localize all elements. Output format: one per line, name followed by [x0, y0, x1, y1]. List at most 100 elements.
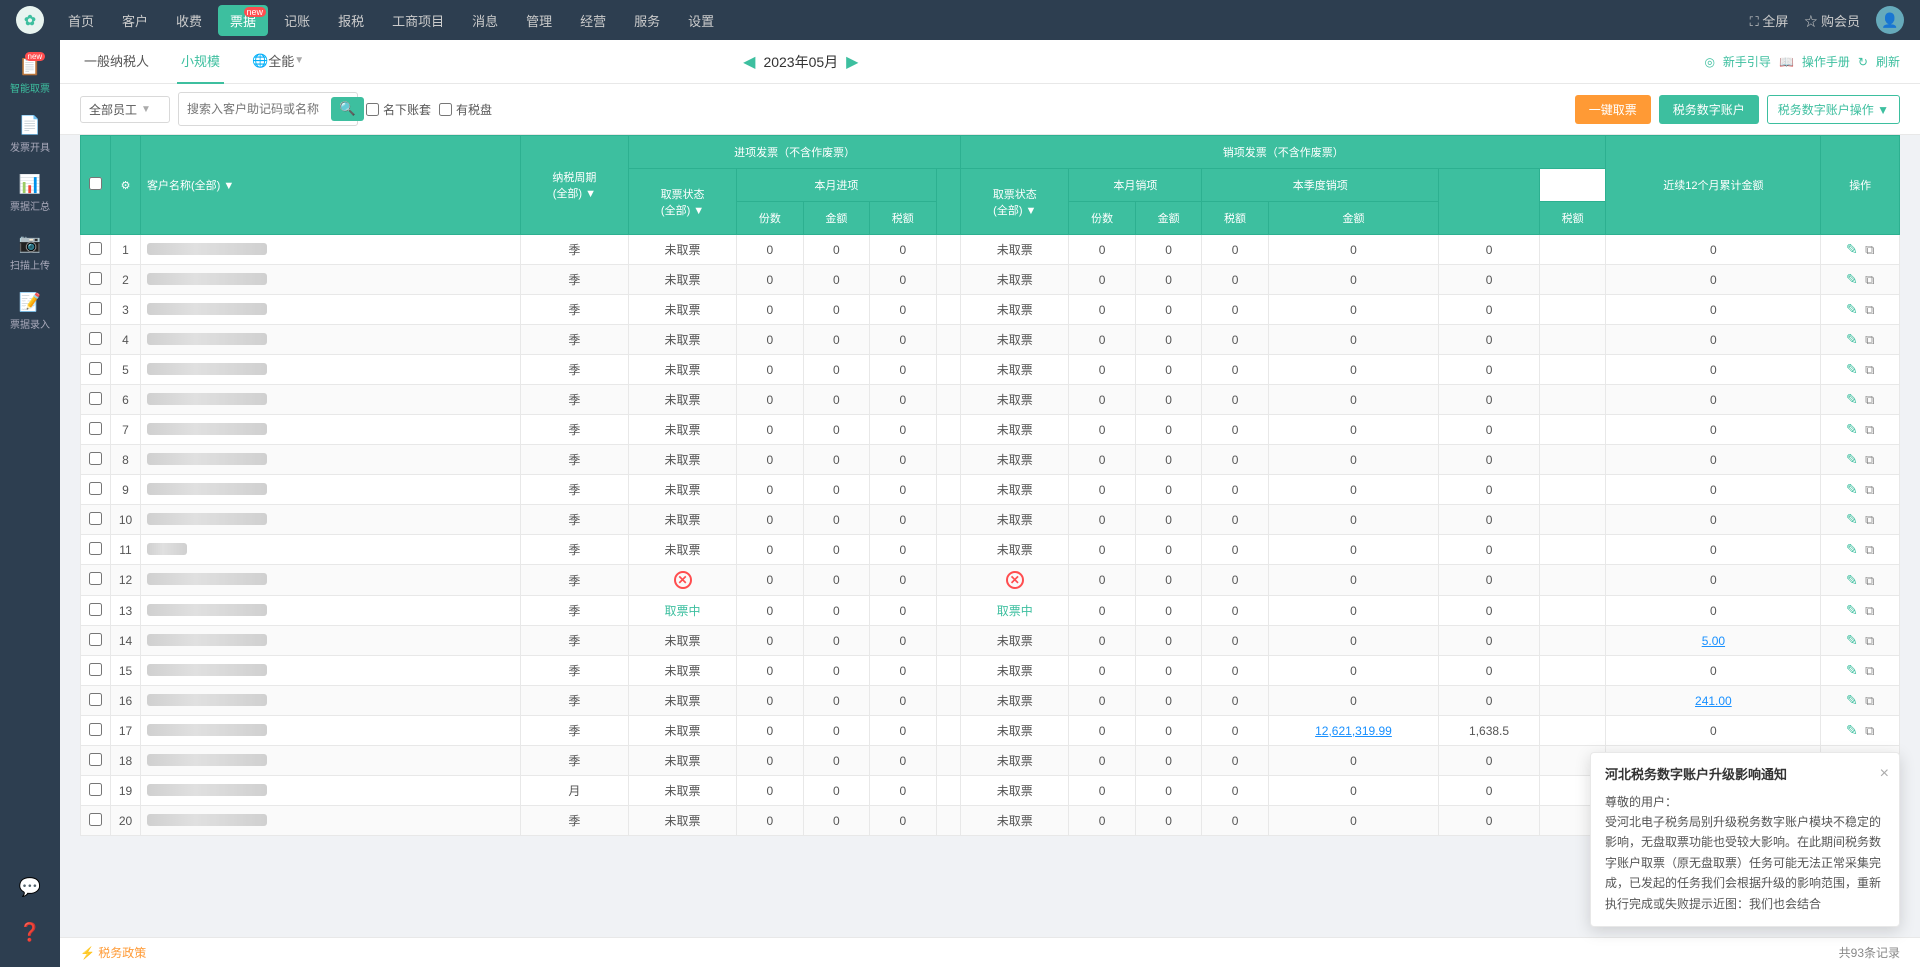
cumulative[interactable]: 241.00: [1695, 694, 1732, 708]
copy-btn[interactable]: ⧉: [1865, 302, 1874, 317]
row-checkbox[interactable]: [89, 272, 102, 285]
nav-business2[interactable]: 经营: [568, 5, 618, 36]
copy-btn[interactable]: ⧉: [1865, 452, 1874, 467]
nav-message[interactable]: 消息: [460, 5, 510, 36]
edit-btn[interactable]: ✎: [1846, 632, 1858, 648]
sidebar-item-summary[interactable]: 📊 票据汇总: [2, 166, 58, 221]
row-checkbox[interactable]: [89, 693, 102, 706]
copy-btn[interactable]: ⧉: [1865, 482, 1874, 497]
nav-ticket[interactable]: 票据 new: [218, 5, 268, 36]
tax-operate-btn[interactable]: 税务数字账户操作 ▼: [1767, 95, 1900, 124]
sidebar-item-entry[interactable]: 📝 票据录入: [2, 284, 58, 339]
copy-btn[interactable]: ⧉: [1865, 542, 1874, 557]
row-checkbox[interactable]: [89, 753, 102, 766]
copy-btn[interactable]: ⧉: [1865, 422, 1874, 437]
sidebar-item-chat[interactable]: 💬: [2, 869, 58, 906]
edit-btn[interactable]: ✎: [1846, 271, 1858, 287]
new-guide-btn[interactable]: 新手引导: [1723, 53, 1771, 70]
copy-btn[interactable]: ⧉: [1865, 663, 1874, 678]
row-checkbox[interactable]: [89, 512, 102, 525]
nav-fee[interactable]: 收费: [164, 5, 214, 36]
nav-service[interactable]: 服务: [622, 5, 672, 36]
tab-all[interactable]: 🌐 全能 ▼: [248, 40, 308, 84]
employee-select[interactable]: 全部员工 ▼: [80, 96, 170, 123]
edit-btn[interactable]: ✎: [1846, 662, 1858, 678]
next-month-btn[interactable]: ▶: [846, 52, 858, 72]
edit-btn[interactable]: ✎: [1846, 421, 1858, 437]
fullscreen-btn[interactable]: ⛶ 全屏: [1750, 11, 1789, 30]
edit-btn[interactable]: ✎: [1846, 361, 1858, 377]
nav-manage[interactable]: 管理: [514, 5, 564, 36]
copy-btn[interactable]: ⧉: [1865, 633, 1874, 648]
copy-btn[interactable]: ⧉: [1865, 242, 1874, 257]
nav-home[interactable]: 首页: [56, 5, 106, 36]
row-checkbox[interactable]: [89, 452, 102, 465]
row-checkbox[interactable]: [89, 302, 102, 315]
edit-btn[interactable]: ✎: [1846, 572, 1858, 588]
row-checkbox[interactable]: [89, 663, 102, 676]
manual-btn[interactable]: 操作手册: [1802, 53, 1850, 70]
row-checkbox[interactable]: [89, 362, 102, 375]
tab-small-scale[interactable]: 小规模: [177, 40, 224, 84]
row-checkbox[interactable]: [89, 542, 102, 555]
edit-btn[interactable]: ✎: [1846, 541, 1858, 557]
avatar[interactable]: 👤: [1876, 6, 1904, 34]
search-input[interactable]: [187, 102, 327, 116]
edit-btn[interactable]: ✎: [1846, 241, 1858, 257]
sidebar-item-help[interactable]: ❓: [2, 914, 58, 951]
th-ticket-status-out[interactable]: 取票状态(全部) ▼: [961, 169, 1069, 235]
nav-business[interactable]: 工商项目: [380, 5, 456, 36]
edit-btn[interactable]: ✎: [1846, 511, 1858, 527]
row-checkbox[interactable]: [89, 723, 102, 736]
th-tax-period[interactable]: 纳税周期(全部) ▼: [520, 136, 628, 235]
edit-btn[interactable]: ✎: [1846, 301, 1858, 317]
filter-account-checkbox[interactable]: [366, 103, 379, 116]
th-settings[interactable]: ⚙: [111, 136, 141, 235]
th-client-name[interactable]: 客户名称(全部) ▼: [141, 136, 521, 235]
sidebar-item-invoice-open[interactable]: 📄 发票开具: [2, 107, 58, 162]
filter-taxdisk-checkbox[interactable]: [439, 103, 452, 116]
search-button[interactable]: 🔍: [331, 97, 364, 121]
copy-btn[interactable]: ⧉: [1865, 362, 1874, 377]
row-checkbox[interactable]: [89, 783, 102, 796]
copy-btn[interactable]: ⧉: [1865, 272, 1874, 287]
tab-general-taxpayer[interactable]: 一般纳税人: [80, 40, 153, 84]
sidebar-item-smart-ticket[interactable]: 📋 new 智能取票: [2, 48, 58, 103]
copy-btn[interactable]: ⧉: [1865, 332, 1874, 347]
edit-btn[interactable]: ✎: [1846, 331, 1858, 347]
row-checkbox[interactable]: [89, 422, 102, 435]
prev-month-btn[interactable]: ◀: [743, 52, 755, 72]
nav-tax[interactable]: 报税: [326, 5, 376, 36]
edit-btn[interactable]: ✎: [1846, 391, 1858, 407]
quick-ticket-btn[interactable]: 一键取票: [1575, 95, 1651, 124]
filter-account-label[interactable]: 名下账套: [366, 101, 431, 118]
select-all-checkbox[interactable]: [89, 177, 102, 190]
edit-btn[interactable]: ✎: [1846, 451, 1858, 467]
tax-policy-btn[interactable]: ⚡ 税务政策: [80, 944, 146, 961]
row-checkbox[interactable]: [89, 633, 102, 646]
th-ticket-status-in[interactable]: 取票状态(全部) ▼: [628, 169, 736, 235]
notif-close-btn[interactable]: ×: [1880, 761, 1889, 787]
row-checkbox[interactable]: [89, 242, 102, 255]
row-checkbox[interactable]: [89, 392, 102, 405]
tax-account-btn[interactable]: 税务数字账户: [1659, 95, 1759, 124]
copy-btn[interactable]: ⧉: [1865, 512, 1874, 527]
row-checkbox[interactable]: [89, 813, 102, 826]
edit-btn[interactable]: ✎: [1846, 602, 1858, 618]
nav-accounting[interactable]: 记账: [272, 5, 322, 36]
copy-btn[interactable]: ⧉: [1865, 693, 1874, 708]
row-checkbox[interactable]: [89, 572, 102, 585]
member-btn[interactable]: ☆ 购会员: [1804, 11, 1860, 30]
copy-btn[interactable]: ⧉: [1865, 573, 1874, 588]
refresh-btn[interactable]: 刷新: [1876, 53, 1900, 70]
edit-btn[interactable]: ✎: [1846, 481, 1858, 497]
sidebar-item-scan[interactable]: 📷 扫描上传: [2, 225, 58, 280]
season-amount[interactable]: 12,621,319.99: [1315, 724, 1392, 738]
copy-btn[interactable]: ⧉: [1865, 392, 1874, 407]
row-checkbox[interactable]: [89, 603, 102, 616]
edit-btn[interactable]: ✎: [1846, 692, 1858, 708]
nav-client[interactable]: 客户: [110, 5, 160, 36]
copy-btn[interactable]: ⧉: [1865, 603, 1874, 618]
row-checkbox[interactable]: [89, 482, 102, 495]
cumulative[interactable]: 5.00: [1702, 634, 1725, 648]
